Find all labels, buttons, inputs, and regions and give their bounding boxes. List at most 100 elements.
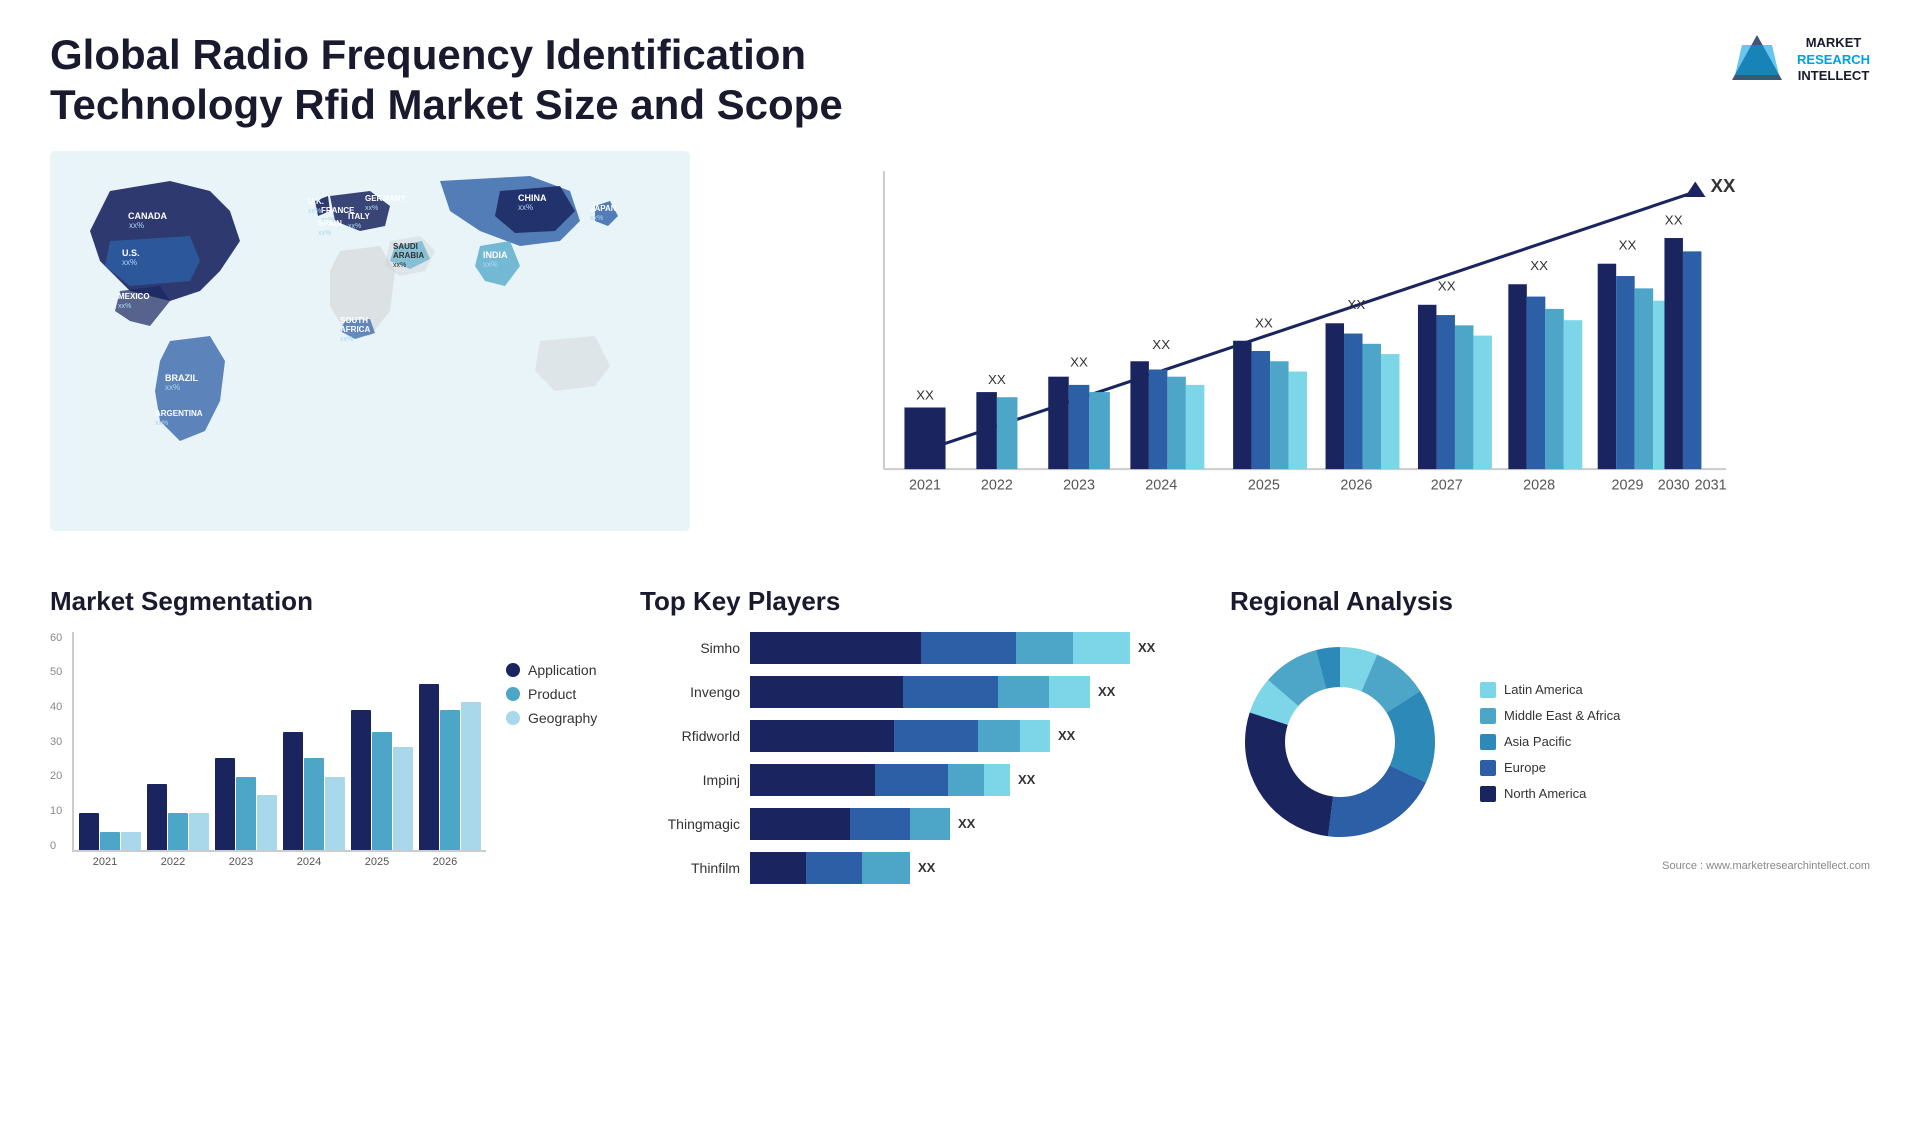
svg-text:xx%: xx%: [122, 258, 137, 267]
header: Global Radio Frequency Identification Te…: [50, 30, 1870, 131]
player-row-thingmagic: Thingmagic XX: [640, 808, 1200, 840]
legend-latin-america: Latin America: [1480, 682, 1620, 698]
svg-text:xx%: xx%: [348, 223, 361, 230]
seg-y-axis: 0 10 20 30 40 50 60: [50, 632, 68, 852]
svg-text:U.S.: U.S.: [122, 248, 140, 258]
player-row-invengo: Invengo XX: [640, 676, 1200, 708]
svg-text:MEXICO: MEXICO: [118, 292, 150, 301]
svg-text:xx%: xx%: [590, 215, 603, 222]
logo-text: MARKET RESEARCH INTELLECT: [1797, 35, 1870, 86]
legend-application: Application: [506, 662, 597, 678]
svg-text:ARGENTINA: ARGENTINA: [155, 409, 203, 418]
svg-text:2023: 2023: [1063, 477, 1095, 493]
svg-text:U.K.: U.K.: [308, 197, 324, 206]
svg-text:xx%: xx%: [340, 336, 353, 343]
svg-text:2024: 2024: [1145, 477, 1177, 493]
svg-text:xx%: xx%: [165, 383, 180, 392]
svg-text:GERMANY: GERMANY: [365, 194, 407, 203]
svg-text:CHINA: CHINA: [518, 193, 547, 203]
svg-text:xx%: xx%: [393, 262, 406, 269]
legend-geography: Geography: [506, 710, 597, 726]
bottom-section: Market Segmentation 0 10 20 30 40 50 60: [50, 586, 1870, 896]
svg-text:2027: 2027: [1431, 477, 1463, 493]
legend-north-america: North America: [1480, 786, 1620, 802]
svg-text:XX: XX: [1619, 237, 1637, 252]
svg-text:SOUTH: SOUTH: [340, 316, 368, 325]
svg-text:BRAZIL: BRAZIL: [165, 373, 198, 383]
svg-text:ARABIA: ARABIA: [393, 251, 424, 260]
svg-text:XX: XX: [916, 387, 934, 402]
regional-title: Regional Analysis: [1230, 586, 1870, 617]
svg-text:XX: XX: [988, 372, 1006, 387]
svg-text:AFRICA: AFRICA: [340, 325, 370, 334]
legend-middle-east: Middle East & Africa: [1480, 708, 1620, 724]
svg-text:ITALY: ITALY: [348, 212, 370, 221]
player-row-impinj: Impinj XX: [640, 764, 1200, 796]
svg-text:xx%: xx%: [155, 420, 168, 427]
legend-product: Product: [506, 686, 597, 702]
legend-dot-application: [506, 663, 520, 677]
page-container: Global Radio Frequency Identification Te…: [0, 0, 1920, 1146]
svg-text:2029: 2029: [1612, 477, 1644, 493]
seg-chart-inner: 2021 2022 2023 2024 2025 2026: [72, 632, 486, 868]
source-text: Source : www.marketresearchintellect.com: [1230, 860, 1870, 872]
player-bars: Simho XX Invengo: [640, 632, 1200, 884]
player-row-thinfilm: Thinfilm XX: [640, 852, 1200, 884]
segmentation-title: Market Segmentation: [50, 586, 610, 617]
svg-text:2025: 2025: [1248, 477, 1280, 493]
donut-chart-svg: [1230, 632, 1450, 852]
map-section: CANADA xx% U.S. xx% MEXICO xx% BRAZIL xx…: [50, 151, 710, 531]
svg-text:xx%: xx%: [118, 303, 131, 310]
seg-group-2022: [147, 784, 209, 850]
svg-text:SPAIN: SPAIN: [318, 219, 342, 228]
svg-text:INDIA: INDIA: [483, 250, 508, 260]
thingmagic-bar: [750, 808, 950, 840]
svg-text:2028: 2028: [1523, 477, 1555, 493]
seg-group-2025: [351, 710, 413, 850]
svg-text:XX: XX: [1255, 315, 1273, 330]
svg-text:XX: XX: [1070, 354, 1088, 369]
svg-text:CANADA: CANADA: [128, 211, 167, 221]
svg-text:xx%: xx%: [318, 230, 331, 237]
logo-area: MARKET RESEARCH INTELLECT: [1727, 30, 1870, 90]
seg-content: 0 10 20 30 40 50 60: [50, 632, 610, 868]
legend-dot-geography: [506, 711, 520, 725]
impinj-bar: [750, 764, 1010, 796]
key-players-title: Top Key Players: [640, 586, 1200, 617]
svg-text:2021: 2021: [909, 477, 941, 493]
key-players-section: Top Key Players Simho XX: [640, 586, 1200, 896]
bar-chart-svg: XX XX XX XX: [770, 161, 1840, 541]
svg-text:xx%: xx%: [483, 260, 498, 269]
bar-chart-section: XX XX XX XX: [730, 151, 1870, 571]
regional-section: Regional Analysis: [1230, 586, 1870, 896]
seg-x-labels: 2021 2022 2023 2024 2025 2026: [72, 852, 486, 868]
seg-legend: Application Product Geography: [506, 662, 597, 868]
svg-text:2030: 2030: [1658, 477, 1690, 493]
svg-text:JAPAN: JAPAN: [590, 204, 617, 213]
svg-text:XX: XX: [1152, 337, 1170, 352]
legend-europe: Europe: [1480, 760, 1620, 776]
svg-text:XX: XX: [1347, 297, 1365, 312]
seg-group-2021: [79, 813, 141, 850]
svg-text:XX: XX: [1438, 278, 1456, 293]
seg-group-2023: [215, 758, 277, 850]
world-map-svg: CANADA xx% U.S. xx% MEXICO xx% BRAZIL xx…: [50, 151, 690, 531]
svg-text:xx%: xx%: [518, 203, 533, 212]
invengo-bar: [750, 676, 1090, 708]
rfidworld-bar: [750, 720, 1050, 752]
player-row-rfidworld: Rfidworld XX: [640, 720, 1200, 752]
svg-text:2031: 2031: [1695, 477, 1727, 493]
seg-chart-wrapper: 0 10 20 30 40 50 60: [50, 632, 486, 868]
page-title: Global Radio Frequency Identification Te…: [50, 30, 850, 131]
svg-text:XX: XX: [1665, 212, 1683, 227]
seg-bars: [72, 632, 486, 852]
legend-dot-product: [506, 687, 520, 701]
player-row-simho: Simho XX: [640, 632, 1200, 664]
legend-asia-pacific: Asia Pacific: [1480, 734, 1620, 750]
seg-bar-geo: [121, 832, 141, 850]
logo-icon: [1727, 30, 1787, 90]
simho-bar: [750, 632, 1130, 664]
seg-group-2024: [283, 732, 345, 850]
svg-text:xx%: xx%: [308, 208, 321, 215]
donut-legend: Latin America Middle East & Africa Asia …: [1480, 682, 1620, 802]
